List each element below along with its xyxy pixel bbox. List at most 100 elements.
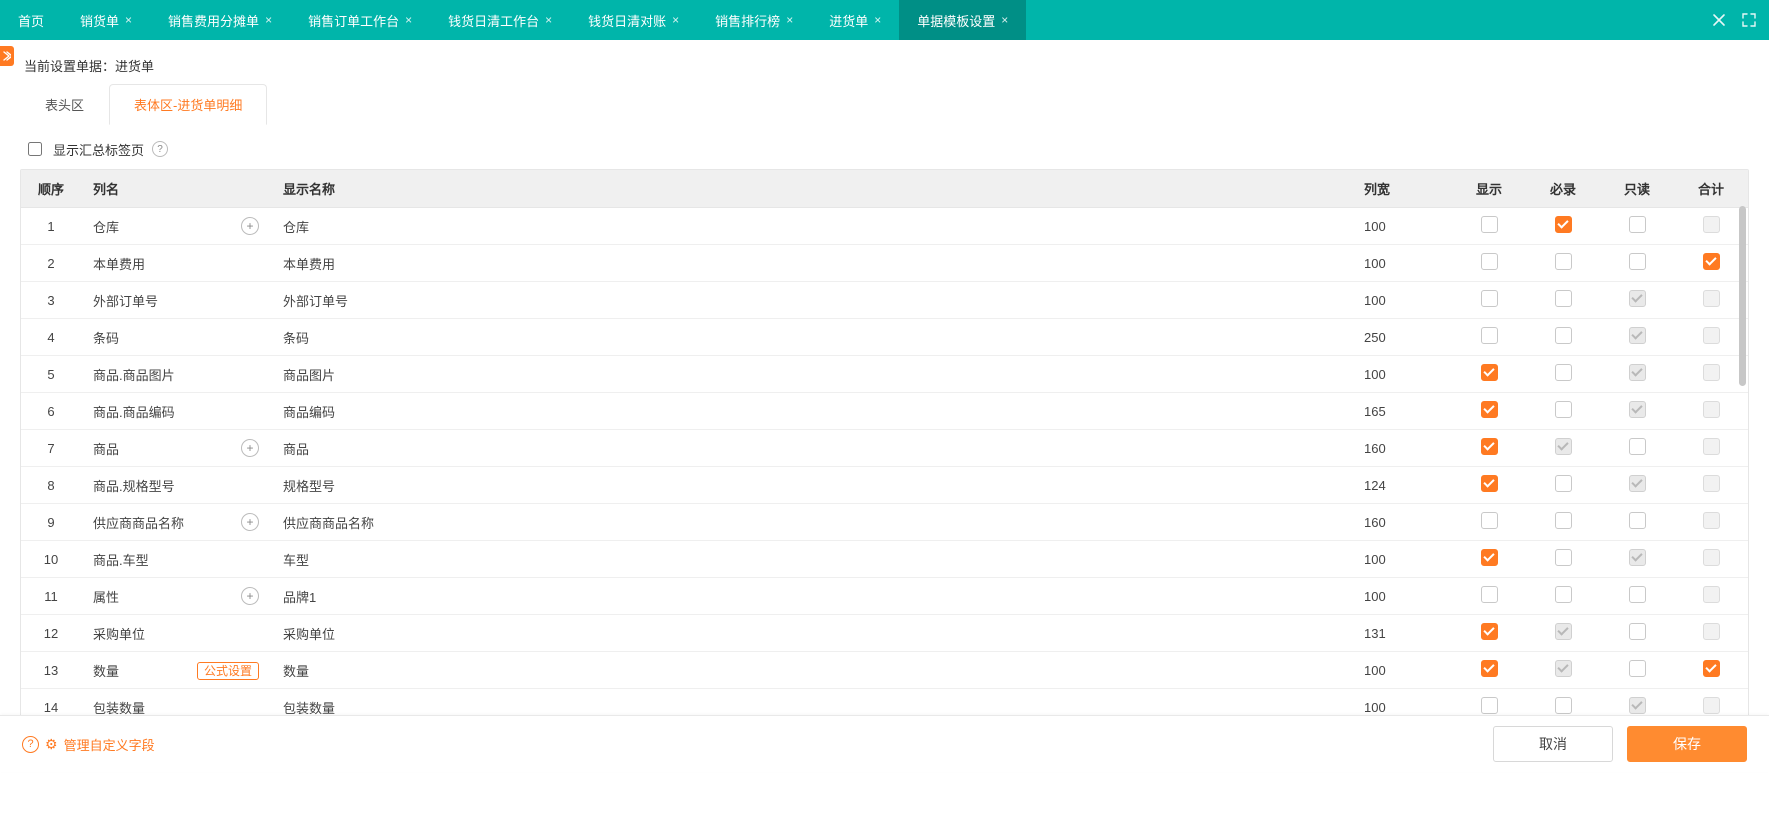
checkbox-readonly[interactable]: [1629, 623, 1646, 640]
cell-width[interactable]: 250: [1352, 319, 1452, 356]
manage-custom-fields-link[interactable]: ? ⚙ 管理自定义字段: [22, 735, 155, 754]
checkbox-readonly[interactable]: [1629, 216, 1646, 233]
checkbox-show[interactable]: [1481, 549, 1498, 566]
plus-icon[interactable]: +: [241, 513, 259, 531]
checkbox-show[interactable]: [1481, 364, 1498, 381]
checkbox-show[interactable]: [1481, 586, 1498, 603]
cell-display[interactable]: 仓库: [271, 208, 1352, 245]
table-row[interactable]: 2本单费用本单费用100: [21, 245, 1748, 282]
plus-icon[interactable]: +: [241, 439, 259, 457]
close-icon[interactable]: ×: [1001, 13, 1008, 27]
top-tab[interactable]: 销售排行榜×: [697, 0, 811, 40]
top-tab[interactable]: 钱货日清对账×: [570, 0, 697, 40]
checkbox-readonly[interactable]: [1629, 438, 1646, 455]
cell-display[interactable]: 规格型号: [271, 467, 1352, 504]
close-icon[interactable]: ×: [405, 13, 412, 27]
table-row[interactable]: 10商品.车型车型100: [21, 541, 1748, 578]
top-tab[interactable]: 首页: [0, 0, 62, 40]
fullscreen-icon[interactable]: [1741, 12, 1757, 28]
cell-width[interactable]: 100: [1352, 356, 1452, 393]
checkbox-readonly[interactable]: [1629, 253, 1646, 270]
close-icon[interactable]: ×: [874, 13, 881, 27]
top-tab[interactable]: 单据模板设置×: [899, 0, 1026, 40]
table-row[interactable]: 13数量公式设置数量100: [21, 652, 1748, 689]
cell-display[interactable]: 采购单位: [271, 615, 1352, 652]
checkbox-readonly[interactable]: [1629, 586, 1646, 603]
checkbox-required[interactable]: [1555, 549, 1572, 566]
cell-display[interactable]: 条码: [271, 319, 1352, 356]
cell-display[interactable]: 商品图片: [271, 356, 1352, 393]
checkbox-show[interactable]: [1481, 475, 1498, 492]
cell-width[interactable]: 100: [1352, 652, 1452, 689]
close-icon[interactable]: ×: [786, 13, 793, 27]
checkbox-required[interactable]: [1555, 253, 1572, 270]
cell-width[interactable]: 100: [1352, 541, 1452, 578]
table-row[interactable]: 1仓库+仓库100: [21, 208, 1748, 245]
cell-display[interactable]: 商品编码: [271, 393, 1352, 430]
checkbox-required[interactable]: [1555, 290, 1572, 307]
checkbox-show[interactable]: [1481, 327, 1498, 344]
inner-tab[interactable]: 表体区-进货单明细: [109, 84, 267, 125]
cell-display[interactable]: 商品: [271, 430, 1352, 467]
top-tab[interactable]: 销货单×: [62, 0, 150, 40]
plus-icon[interactable]: +: [241, 217, 259, 235]
checkbox-show[interactable]: [1481, 623, 1498, 640]
cell-width[interactable]: 160: [1352, 430, 1452, 467]
cell-width[interactable]: 124: [1352, 467, 1452, 504]
table-row[interactable]: 4条码条码250: [21, 319, 1748, 356]
top-tab[interactable]: 销售费用分摊单×: [150, 0, 290, 40]
close-icon[interactable]: ×: [672, 13, 679, 27]
close-icon[interactable]: ×: [125, 13, 132, 27]
table-row[interactable]: 12采购单位采购单位131: [21, 615, 1748, 652]
cell-width[interactable]: 160: [1352, 504, 1452, 541]
checkbox-required[interactable]: [1555, 586, 1572, 603]
checkbox-required[interactable]: [1555, 364, 1572, 381]
table-row[interactable]: 6商品.商品编码商品编码165: [21, 393, 1748, 430]
checkbox-show[interactable]: [1481, 660, 1498, 677]
summary-toggle-checkbox[interactable]: [28, 142, 42, 156]
checkbox-readonly[interactable]: [1629, 512, 1646, 529]
formula-setting-button[interactable]: 公式设置: [197, 662, 259, 680]
cell-width[interactable]: 100: [1352, 208, 1452, 245]
cell-display[interactable]: 本单费用: [271, 245, 1352, 282]
close-icon[interactable]: ×: [545, 13, 552, 27]
vertical-scrollbar[interactable]: [1739, 206, 1746, 759]
cell-display[interactable]: 外部订单号: [271, 282, 1352, 319]
checkbox-show[interactable]: [1481, 438, 1498, 455]
inner-tab[interactable]: 表头区: [20, 84, 109, 125]
help-icon[interactable]: ?: [152, 141, 168, 157]
cell-display[interactable]: 供应商商品名称: [271, 504, 1352, 541]
checkbox-show[interactable]: [1481, 697, 1498, 714]
top-tab[interactable]: 销售订单工作台×: [290, 0, 430, 40]
cell-width[interactable]: 165: [1352, 393, 1452, 430]
cell-display[interactable]: 数量: [271, 652, 1352, 689]
cell-display[interactable]: 品牌1: [271, 578, 1352, 615]
table-row[interactable]: 9供应商商品名称+供应商商品名称160: [21, 504, 1748, 541]
close-icon[interactable]: ×: [265, 13, 272, 27]
checkbox-show[interactable]: [1481, 512, 1498, 529]
cell-width[interactable]: 100: [1352, 578, 1452, 615]
checkbox-required[interactable]: [1555, 327, 1572, 344]
cell-width[interactable]: 100: [1352, 245, 1452, 282]
plus-icon[interactable]: +: [241, 587, 259, 605]
cancel-button[interactable]: 取消: [1493, 726, 1613, 762]
checkbox-required[interactable]: [1555, 475, 1572, 492]
table-row[interactable]: 5商品.商品图片商品图片100: [21, 356, 1748, 393]
checkbox-sum[interactable]: [1703, 253, 1720, 270]
save-button[interactable]: 保存: [1627, 726, 1747, 762]
cell-width[interactable]: 100: [1352, 282, 1452, 319]
checkbox-required[interactable]: [1555, 697, 1572, 714]
table-row[interactable]: 11属性+品牌1100: [21, 578, 1748, 615]
table-row[interactable]: 3外部订单号外部订单号100: [21, 282, 1748, 319]
checkbox-required[interactable]: [1555, 216, 1572, 233]
checkbox-required[interactable]: [1555, 512, 1572, 529]
top-tab[interactable]: 钱货日清工作台×: [430, 0, 570, 40]
table-row[interactable]: 7商品+商品160: [21, 430, 1748, 467]
cell-display[interactable]: 车型: [271, 541, 1352, 578]
top-tab[interactable]: 进货单×: [811, 0, 899, 40]
close-all-icon[interactable]: [1711, 12, 1727, 28]
table-row[interactable]: 8商品.规格型号规格型号124: [21, 467, 1748, 504]
checkbox-required[interactable]: [1555, 401, 1572, 418]
checkbox-sum[interactable]: [1703, 660, 1720, 677]
checkbox-show[interactable]: [1481, 290, 1498, 307]
